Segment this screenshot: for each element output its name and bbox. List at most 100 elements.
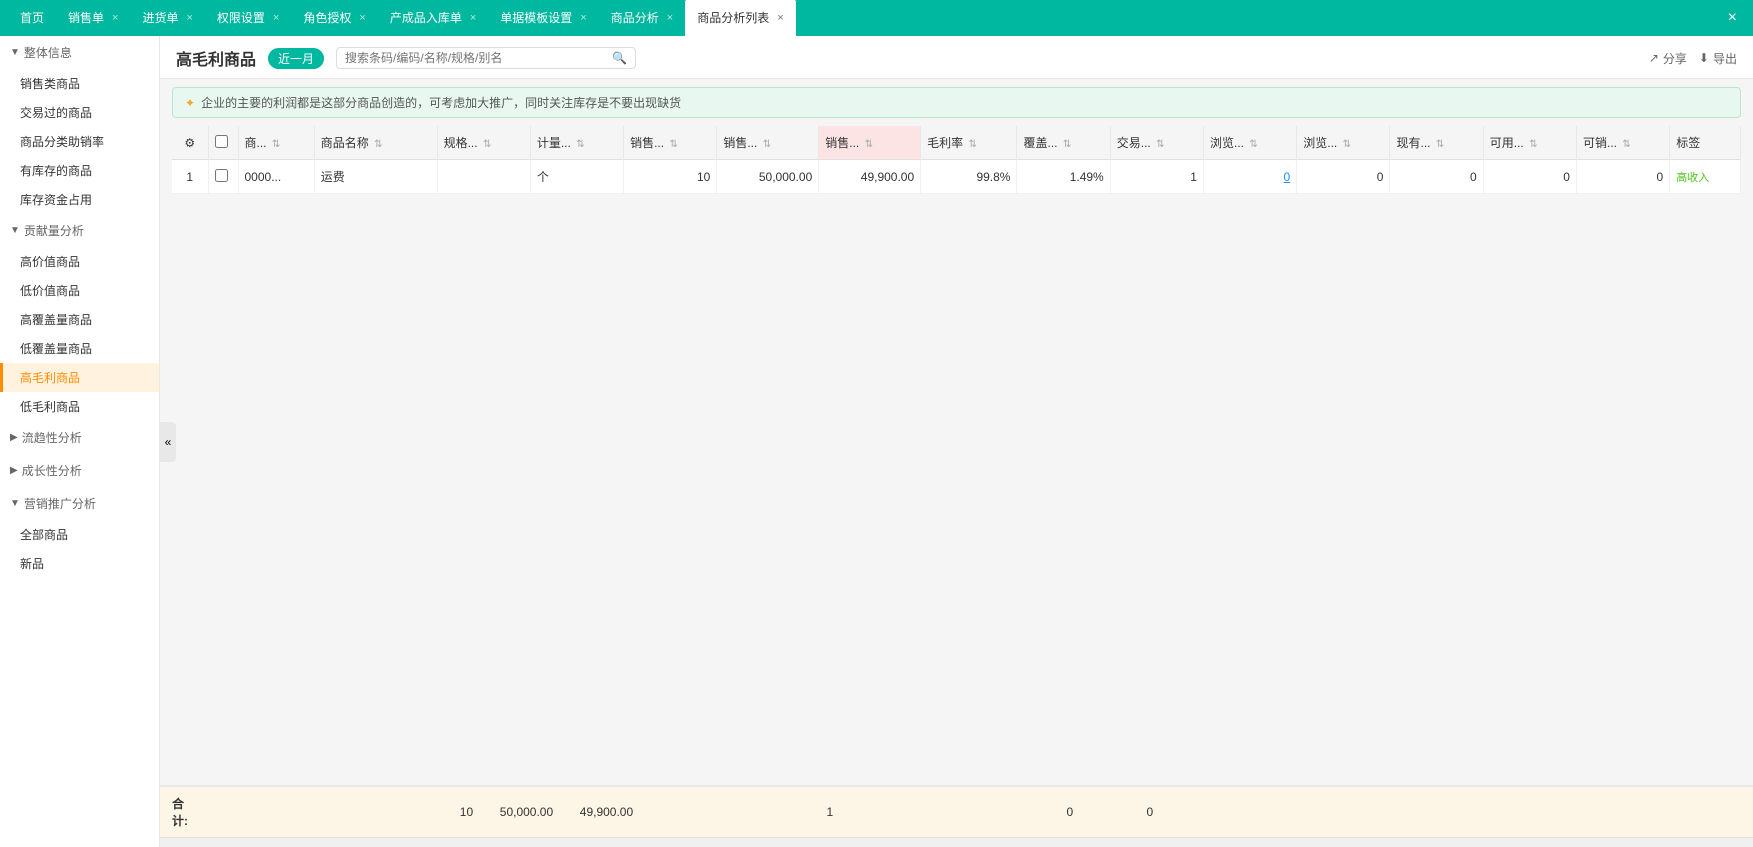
sidebar-item-high-value[interactable]: 高价值商品 — [0, 247, 159, 276]
cell-name: 运费 — [314, 160, 437, 194]
col-unit[interactable]: 计量... ⇅ — [530, 126, 623, 160]
sort-unit-icon: ⇅ — [576, 139, 584, 150]
sidebar-item-low-value[interactable]: 低价值商品 — [0, 276, 159, 305]
close-roles-tab[interactable]: × — [359, 0, 365, 36]
sidebar-item-all-goods[interactable]: 全部商品 — [0, 520, 159, 549]
cell-view2: 0 — [1297, 160, 1390, 194]
collapse-arrow-marketing: ▼ — [10, 498, 20, 509]
sort-view2-icon: ⇅ — [1343, 139, 1351, 150]
top-navigation: 首页 销售单 × 进货单 × 权限设置 × 角色授权 × 产成品入库单 × 单据… — [0, 0, 1753, 36]
col-settings[interactable]: ⚙ — [172, 126, 208, 160]
header-actions: ↗ 分享 ⬇ 导出 — [1649, 50, 1737, 67]
close-sales-tab[interactable]: × — [112, 0, 118, 36]
footer-sales-qty — [219, 805, 399, 819]
search-input[interactable] — [345, 51, 612, 65]
col-coverage[interactable]: 覆盖... ⇅ — [1017, 126, 1110, 160]
cell-unit: 个 — [530, 160, 623, 194]
export-icon: ⬇ — [1699, 51, 1709, 65]
nav-permissions[interactable]: 权限设置 × — [205, 0, 291, 36]
col-transaction[interactable]: 交易... ⇅ — [1110, 126, 1203, 160]
sidebar-item-high-margin[interactable]: 高毛利商品 — [0, 363, 159, 392]
sort-coverage-icon: ⇅ — [1063, 139, 1071, 150]
close-permissions-tab[interactable]: × — [273, 0, 279, 36]
info-banner: ✦ 企业的主要的利润都是这部分商品创造的，可考虑加大推广，同时关注库存是不要出现… — [172, 87, 1741, 118]
close-analysis-list-tab[interactable]: × — [777, 0, 783, 36]
row-checkbox[interactable] — [215, 169, 228, 182]
nav-template[interactable]: 单据模板设置 × — [488, 0, 598, 36]
nav-product-analysis[interactable]: 商品分析 × — [599, 0, 685, 36]
sidebar-collapse-button[interactable]: « — [160, 422, 176, 462]
sidebar-item-stock-capital[interactable]: 库存资金占用 — [0, 185, 159, 214]
close-purchase-tab[interactable]: × — [186, 0, 192, 36]
search-box[interactable]: 🔍 — [336, 47, 636, 69]
sidebar-item-sales-goods[interactable]: 销售类商品 — [0, 69, 159, 98]
cell-available: 0 — [1483, 160, 1576, 194]
sort-sales-cost-icon: ⇅ — [865, 139, 873, 150]
time-filter-button[interactable]: 近一月 — [268, 48, 324, 69]
col-name[interactable]: 商品名称 ⇅ — [314, 126, 437, 160]
collapse-arrow-growth: ▶ — [10, 465, 18, 476]
cell-checkbox[interactable] — [208, 160, 238, 194]
col-sales-cost[interactable]: 销售... ⇅ — [819, 126, 921, 160]
close-app-button[interactable]: × — [1720, 9, 1745, 27]
bottom-scrollbar[interactable] — [160, 837, 1753, 847]
footer-sales-qty-val: 10 — [399, 805, 479, 819]
sidebar-item-category-rate[interactable]: 商品分类助销率 — [0, 127, 159, 156]
sidebar-group-contribution[interactable]: ▼ 贡献量分析 — [0, 214, 159, 247]
col-spec[interactable]: 规格... ⇅ — [437, 126, 530, 160]
nav-production[interactable]: 产成品入库单 × — [378, 0, 488, 36]
col-gross-margin[interactable]: 毛利率 ⇅ — [921, 126, 1017, 160]
footer-spacer1 — [639, 805, 759, 819]
sidebar-item-new-goods[interactable]: 新品 — [0, 549, 159, 578]
nav-purchase[interactable]: 进货单 × — [130, 0, 204, 36]
nav-roles[interactable]: 角色授权 × — [291, 0, 377, 36]
sort-name-icon: ⇅ — [374, 139, 382, 150]
col-saleable[interactable]: 可销... ⇅ — [1576, 126, 1669, 160]
col-view2[interactable]: 浏览... ⇅ — [1297, 126, 1390, 160]
col-sales-qty[interactable]: 销售... ⇅ — [624, 126, 717, 160]
footer-sales-amount: 50,000.00 — [479, 805, 559, 819]
sort-transaction-icon: ⇅ — [1156, 139, 1164, 150]
sidebar-item-high-coverage[interactable]: 高覆盖量商品 — [0, 305, 159, 334]
info-icon: ✦ — [185, 96, 195, 110]
col-tag[interactable]: 标签 — [1670, 126, 1741, 160]
col-current[interactable]: 现有... ⇅ — [1390, 126, 1483, 160]
nav-analysis-list[interactable]: 商品分析列表 × — [685, 0, 795, 36]
sort-sales-amount-icon: ⇅ — [763, 139, 771, 150]
cell-sales-cost: 49,900.00 — [819, 160, 921, 194]
close-product-analysis-tab[interactable]: × — [667, 0, 673, 36]
sidebar-item-low-coverage[interactable]: 低覆盖量商品 — [0, 334, 159, 363]
col-sales-amount[interactable]: 销售... ⇅ — [717, 126, 819, 160]
close-production-tab[interactable]: × — [470, 0, 476, 36]
sidebar-group-growth[interactable]: ▶ 成长性分析 — [0, 454, 159, 487]
select-all-checkbox[interactable] — [215, 135, 228, 148]
search-icon[interactable]: 🔍 — [612, 51, 627, 65]
footer-current: 0 — [999, 805, 1079, 819]
nav-home[interactable]: 首页 — [8, 0, 56, 36]
sort-available-icon: ⇅ — [1529, 139, 1537, 150]
sort-gross-margin-icon: ⇅ — [969, 139, 977, 150]
sidebar-group-marketing[interactable]: ▼ 营销推广分析 — [0, 487, 159, 520]
close-template-tab[interactable]: × — [580, 0, 586, 36]
sidebar-item-low-margin[interactable]: 低毛利商品 — [0, 392, 159, 421]
sidebar-group-trend[interactable]: ▶ 流趋性分析 — [0, 421, 159, 454]
cell-view1[interactable]: 0 — [1203, 160, 1296, 194]
col-checkbox[interactable] — [208, 126, 238, 160]
share-icon: ↗ — [1649, 51, 1659, 65]
sort-sales-qty-icon: ⇅ — [669, 139, 677, 150]
sidebar-group-overall[interactable]: ▼ 整体信息 — [0, 36, 159, 69]
goods-table: ⚙ 商... ⇅ 商品名称 ⇅ 规格... — [172, 126, 1741, 194]
share-button[interactable]: ↗ 分享 — [1649, 50, 1687, 67]
table-row: 1 0000... 运费 — [172, 160, 1741, 194]
sort-current-icon: ⇅ — [1436, 139, 1444, 150]
footer-spacer2 — [839, 805, 999, 819]
sidebar-item-in-stock[interactable]: 有库存的商品 — [0, 156, 159, 185]
col-available[interactable]: 可用... ⇅ — [1483, 126, 1576, 160]
page-title: 高毛利商品 — [176, 46, 256, 70]
cell-sales-amount: 50,000.00 — [717, 160, 819, 194]
export-button[interactable]: ⬇ 导出 — [1699, 50, 1737, 67]
nav-sales[interactable]: 销售单 × — [56, 0, 130, 36]
col-view1[interactable]: 浏览... ⇅ — [1203, 126, 1296, 160]
col-code[interactable]: 商... ⇅ — [238, 126, 314, 160]
sidebar-item-traded-goods[interactable]: 交易过的商品 — [0, 98, 159, 127]
